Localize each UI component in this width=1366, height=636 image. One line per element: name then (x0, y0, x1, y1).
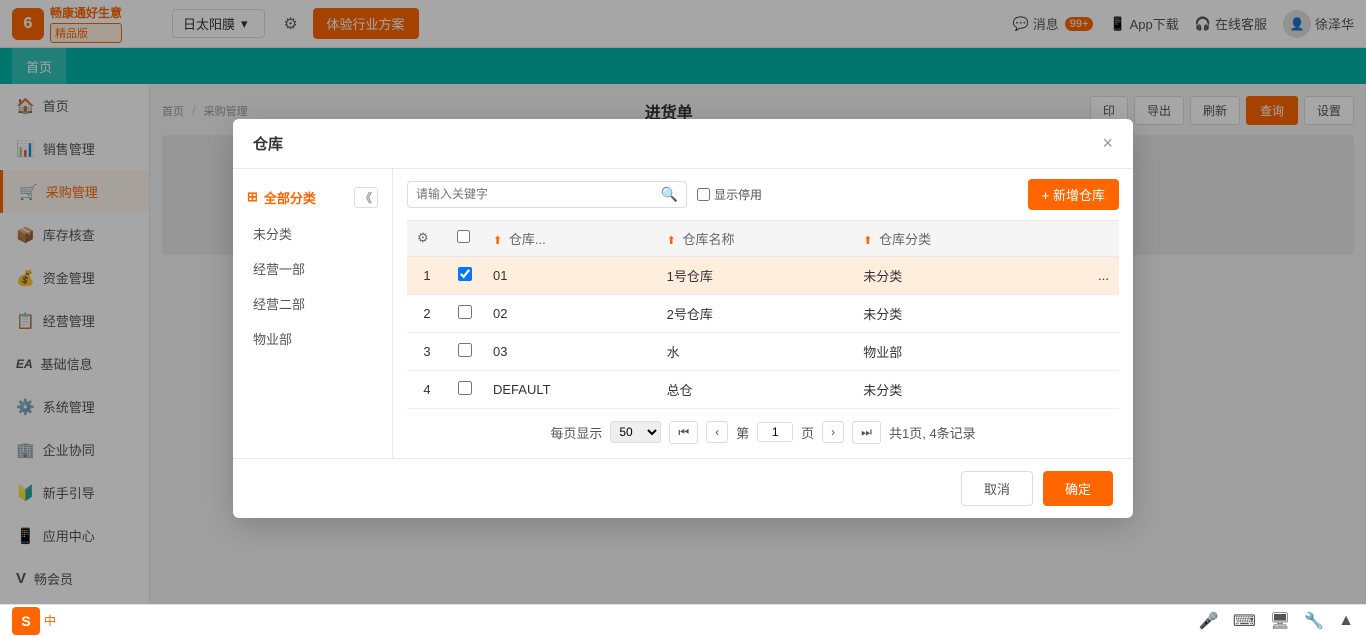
bottom-bar: S 中 🎤 ⌨ 🖥 🔧 ▲ (0, 604, 1366, 636)
bottom-brand-text: 中 (44, 612, 56, 629)
per-page-label: 每页显示 (550, 423, 602, 442)
mic-icon[interactable]: 🎤 (1199, 611, 1219, 631)
last-page-button[interactable]: ⏭ (852, 421, 881, 444)
row-checkbox-cell (447, 294, 483, 332)
th-gear: ⚙ (407, 220, 447, 256)
category-item-property[interactable]: 物业部 (233, 321, 392, 356)
row-name: 总仓 (657, 370, 854, 408)
th-name: ⬆ 仓库名称 (657, 220, 854, 256)
row-code: 03 (483, 332, 657, 370)
table-panel: 🔍 显示停用 + 新增仓库 ⚙ (393, 169, 1133, 458)
warehouse-modal: 仓库 × ⊞ 全部分类 《 未分类 经营一部 经营二部 (233, 119, 1133, 518)
th-check (447, 220, 483, 256)
show-disabled-checkbox[interactable] (697, 188, 710, 201)
row-name: 2号仓库 (657, 294, 854, 332)
cancel-button[interactable]: 取消 (961, 471, 1033, 506)
s-logo: S (12, 607, 40, 635)
row-category: 未分类 (853, 256, 1050, 294)
th-actions (1050, 220, 1119, 256)
table-body: 1 01 1号仓库 未分类 ... 2 02 2号仓库 未分类 3 03 水 物… (407, 256, 1119, 408)
category-panel: ⊞ 全部分类 《 未分类 经营一部 经营二部 物业部 (233, 169, 393, 458)
next-page-button[interactable]: › (822, 421, 844, 443)
table-row[interactable]: 4 DEFAULT 总仓 未分类 (407, 370, 1119, 408)
search-box: 🔍 (407, 181, 687, 208)
select-all-checkbox[interactable] (457, 230, 470, 243)
keyboard-icon[interactable]: ⌨ (1233, 611, 1256, 631)
modal-overlay: 仓库 × ⊞ 全部分类 《 未分类 经营一部 经营二部 (0, 0, 1366, 636)
search-icon[interactable]: 🔍 (661, 186, 678, 203)
wrench-icon[interactable]: 🔧 (1304, 611, 1324, 631)
row-code: 02 (483, 294, 657, 332)
bottom-brand: S 中 (12, 607, 56, 635)
all-categories-label: 全部分类 (264, 188, 316, 207)
table-container: ⚙ ⬆ 仓库... ⬆ (407, 220, 1119, 409)
first-page-button[interactable]: ⏮ (669, 421, 698, 444)
row-num: 3 (407, 332, 447, 370)
row-actions (1050, 370, 1119, 408)
modal-header: 仓库 × (233, 119, 1133, 169)
table-row[interactable]: 1 01 1号仓库 未分类 ... (407, 256, 1119, 294)
bottom-icons: 🎤 ⌨ 🖥 🔧 ▲ (1199, 611, 1354, 631)
sort-icon-category: ⬆ (863, 235, 872, 247)
row-checkbox[interactable] (458, 267, 472, 281)
table-row[interactable]: 2 02 2号仓库 未分类 (407, 294, 1119, 332)
row-num: 1 (407, 256, 447, 294)
confirm-button[interactable]: 确定 (1043, 471, 1113, 506)
search-input[interactable] (416, 187, 661, 201)
row-checkbox[interactable] (458, 381, 472, 395)
row-actions (1050, 294, 1119, 332)
all-categories-header[interactable]: ⊞ 全部分类 《 (233, 179, 392, 216)
th-code: ⬆ 仓库... (483, 220, 657, 256)
modal-title: 仓库 (253, 133, 283, 154)
row-actions: ... (1050, 256, 1119, 294)
row-checkbox-cell (447, 370, 483, 408)
per-page-select[interactable]: 50 20 100 (610, 421, 661, 443)
row-name: 1号仓库 (657, 256, 854, 294)
collapse-button[interactable]: 《 (354, 187, 378, 208)
page-label-2: 页 (801, 423, 814, 442)
row-checkbox[interactable] (458, 343, 472, 357)
row-category: 未分类 (853, 294, 1050, 332)
row-category: 未分类 (853, 370, 1050, 408)
prev-page-button[interactable]: ‹ (706, 421, 728, 443)
row-name: 水 (657, 332, 854, 370)
modal-body: ⊞ 全部分类 《 未分类 经营一部 经营二部 物业部 (233, 169, 1133, 458)
row-code: 01 (483, 256, 657, 294)
grid-icon: ⊞ (247, 189, 258, 205)
row-num: 2 (407, 294, 447, 332)
category-item-operation2[interactable]: 经营二部 (233, 286, 392, 321)
total-info: 共1页, 4条记录 (889, 423, 976, 442)
category-item-unclassified[interactable]: 未分类 (233, 216, 392, 251)
page-label: 第 (736, 423, 749, 442)
show-disabled-label[interactable]: 显示停用 (697, 186, 762, 203)
table-row[interactable]: 3 03 水 物业部 (407, 332, 1119, 370)
gear-icon: ⚙ (417, 230, 429, 245)
row-code: DEFAULT (483, 370, 657, 408)
table-header-row: ⚙ ⬆ 仓库... ⬆ (407, 220, 1119, 256)
row-checkbox-cell (447, 256, 483, 294)
add-warehouse-button[interactable]: + 新增仓库 (1028, 179, 1119, 210)
page-number-input[interactable] (757, 422, 793, 442)
monitor-icon[interactable]: 🖥 (1270, 611, 1290, 631)
category-item-operation1[interactable]: 经营一部 (233, 251, 392, 286)
row-actions (1050, 332, 1119, 370)
th-category: ⬆ 仓库分类 (853, 220, 1050, 256)
sort-icon-code: ⬆ (493, 235, 502, 247)
row-category: 物业部 (853, 332, 1050, 370)
table-toolbar: 🔍 显示停用 + 新增仓库 (407, 179, 1119, 210)
sort-icon-name: ⬆ (667, 235, 676, 247)
row-checkbox[interactable] (458, 305, 472, 319)
warehouse-table: ⚙ ⬆ 仓库... ⬆ (407, 220, 1119, 409)
row-checkbox-cell (447, 332, 483, 370)
row-num: 4 (407, 370, 447, 408)
modal-close-button[interactable]: × (1102, 133, 1113, 154)
pagination-bar: 每页显示 50 20 100 ⏮ ‹ 第 页 › ⏭ 共1页, 4条记录 (407, 409, 1119, 448)
modal-footer: 取消 确定 (233, 458, 1133, 518)
up-arrow-icon[interactable]: ▲ (1338, 612, 1354, 630)
